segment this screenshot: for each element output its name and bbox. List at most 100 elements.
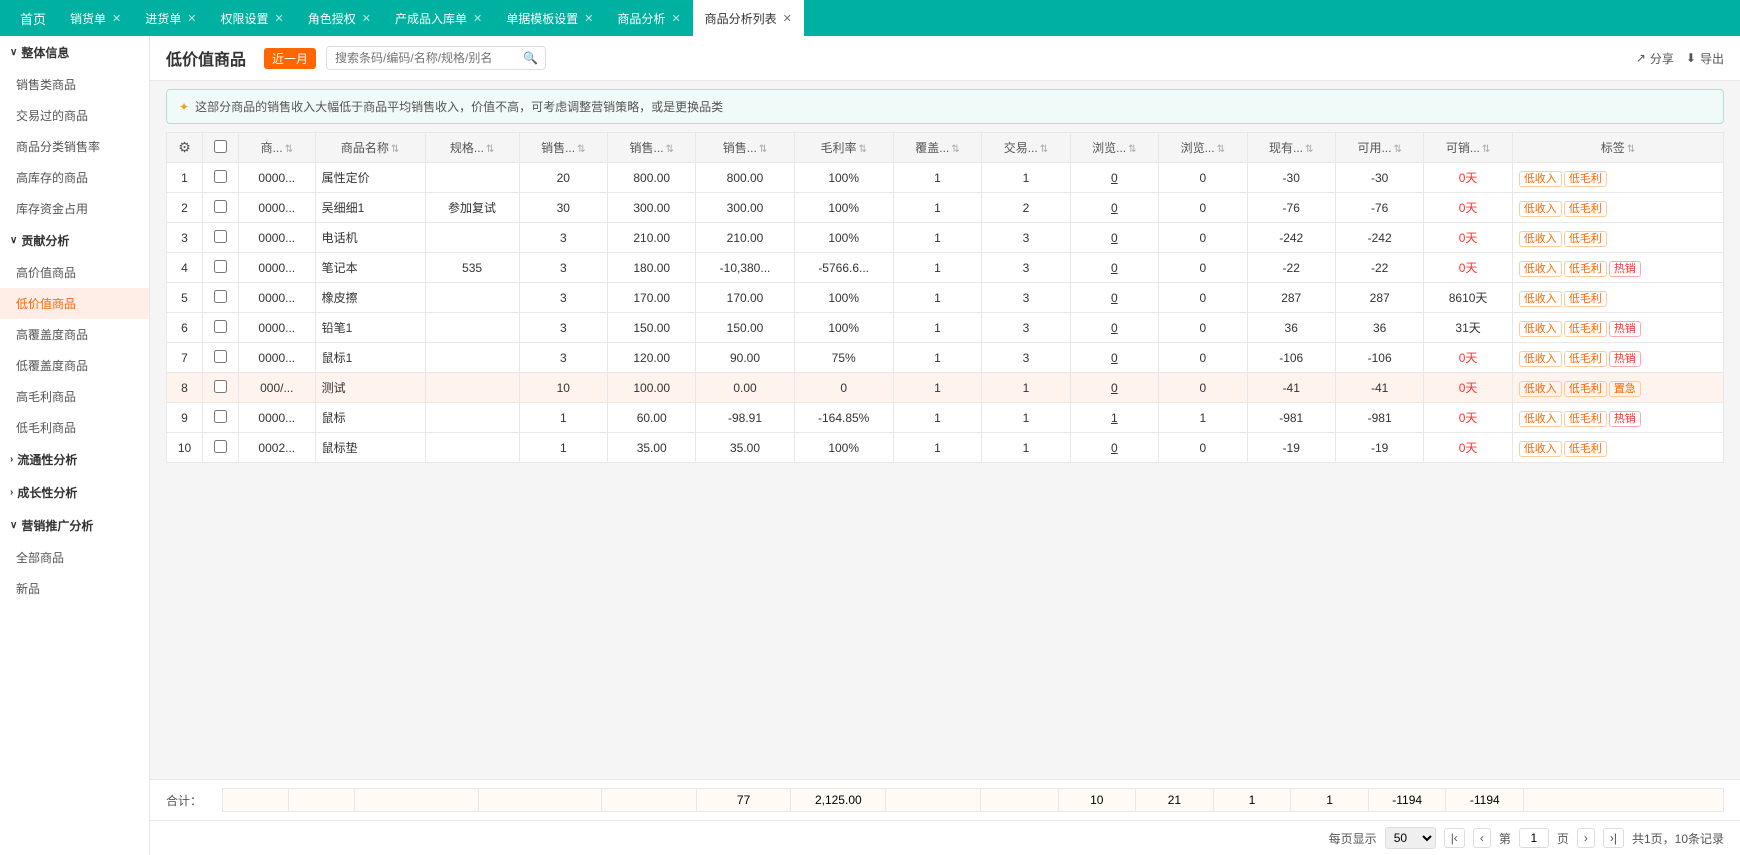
- sidebar-item-category-rate[interactable]: 商品分类销售率: [0, 131, 149, 162]
- row-name[interactable]: 鼠标垫: [315, 433, 425, 463]
- row-name[interactable]: 橡皮擦: [315, 283, 425, 313]
- sidebar-section-contribution[interactable]: ∨ 贡献分析: [0, 224, 149, 257]
- sidebar-item-low-value[interactable]: 低价值商品: [0, 288, 149, 319]
- sidebar-item-sales-products[interactable]: 销售类商品: [0, 69, 149, 100]
- row-checkbox[interactable]: [214, 380, 227, 393]
- row-code: 0000...: [239, 313, 316, 343]
- row-name[interactable]: 吴细细1: [315, 193, 425, 223]
- row-browse1[interactable]: 0: [1070, 193, 1158, 223]
- page-input[interactable]: [1519, 828, 1549, 848]
- sidebar-section-marketing[interactable]: ∨ 营销推广分析: [0, 509, 149, 542]
- row-name[interactable]: 属性定价: [315, 163, 425, 193]
- sidebar-item-low-profit[interactable]: 低毛利商品: [0, 412, 149, 443]
- table-container[interactable]: ⚙ 商...⇅ 商品名称⇅ 规格...⇅ 销售...⇅ 销售...⇅ 销售...…: [150, 132, 1740, 779]
- sidebar-item-traded-products[interactable]: 交易过的商品: [0, 100, 149, 131]
- sidebar-item-new-products[interactable]: 新品: [0, 573, 149, 604]
- first-page-button[interactable]: |‹: [1444, 828, 1465, 848]
- row-gross: 100%: [794, 223, 893, 253]
- row-spec: [425, 403, 519, 433]
- row-checkbox-cell[interactable]: [203, 403, 239, 433]
- row-name[interactable]: 笔记本: [315, 253, 425, 283]
- nav-purchase-order[interactable]: 进货单 ✕: [133, 0, 208, 36]
- search-input[interactable]: [326, 46, 546, 70]
- row-name[interactable]: 测试: [315, 373, 425, 403]
- close-icon[interactable]: ✕: [362, 12, 371, 25]
- row-tags: 低收入低毛利: [1512, 223, 1723, 253]
- sidebar-item-stock-capital[interactable]: 库存资金占用: [0, 193, 149, 224]
- row-checkbox-cell[interactable]: [203, 283, 239, 313]
- share-button[interactable]: ↗ 分享: [1636, 50, 1674, 67]
- close-icon[interactable]: ✕: [112, 12, 121, 25]
- sidebar-item-high-stock[interactable]: 高库存的商品: [0, 162, 149, 193]
- row-checkbox[interactable]: [214, 170, 227, 183]
- row-checkbox[interactable]: [214, 410, 227, 423]
- row-name[interactable]: 鼠标: [315, 403, 425, 433]
- prev-page-button[interactable]: ‹: [1473, 828, 1491, 848]
- row-checkbox-cell[interactable]: [203, 193, 239, 223]
- row-checkbox[interactable]: [214, 320, 227, 333]
- row-checkbox[interactable]: [214, 350, 227, 363]
- col-sales2: 销售...⇅: [696, 133, 794, 163]
- nav-role-auth[interactable]: 角色授权 ✕: [296, 0, 383, 36]
- row-checkbox[interactable]: [214, 260, 227, 273]
- row-checkbox[interactable]: [214, 200, 227, 213]
- close-icon[interactable]: ✕: [584, 12, 593, 25]
- settings-icon[interactable]: ⚙: [178, 139, 191, 155]
- row-name[interactable]: 铅笔1: [315, 313, 425, 343]
- row-checkbox[interactable]: [214, 290, 227, 303]
- col-qty: 销售...⇅: [519, 133, 607, 163]
- row-checkbox-cell[interactable]: [203, 313, 239, 343]
- row-browse1[interactable]: 0: [1070, 313, 1158, 343]
- nav-permission-settings[interactable]: 权限设置 ✕: [208, 0, 295, 36]
- close-icon[interactable]: ✕: [473, 12, 482, 25]
- close-icon[interactable]: ✕: [671, 12, 680, 25]
- row-browse1[interactable]: 0: [1070, 223, 1158, 253]
- nav-template-settings[interactable]: 单据模板设置 ✕: [494, 0, 605, 36]
- row-stock1: -30: [1247, 163, 1335, 193]
- tag-badge: 低收入: [1519, 381, 1562, 397]
- nav-home[interactable]: 首页: [8, 0, 58, 36]
- row-cover: 1: [893, 223, 981, 253]
- row-checkbox-cell[interactable]: [203, 433, 239, 463]
- row-browse1[interactable]: 0: [1070, 283, 1158, 313]
- search-icon[interactable]: 🔍: [523, 51, 538, 65]
- row-name[interactable]: 鼠标1: [315, 343, 425, 373]
- nav-product-analysis-list[interactable]: 商品分析列表 ✕: [693, 0, 804, 36]
- row-browse1[interactable]: 0: [1070, 163, 1158, 193]
- row-browse1[interactable]: 0: [1070, 253, 1158, 283]
- row-checkbox-cell[interactable]: [203, 343, 239, 373]
- row-browse1[interactable]: 1: [1070, 403, 1158, 433]
- row-checkbox[interactable]: [214, 440, 227, 453]
- close-icon[interactable]: ✕: [275, 12, 284, 25]
- row-browse1[interactable]: 0: [1070, 433, 1158, 463]
- sidebar-section-circulation[interactable]: › 流通性分析: [0, 443, 149, 476]
- time-filter-button[interactable]: 近一月: [264, 48, 316, 69]
- last-page-button[interactable]: ›|: [1603, 828, 1624, 848]
- sidebar-item-all-products[interactable]: 全部商品: [0, 542, 149, 573]
- nav-product-inbound[interactable]: 产成品入库单 ✕: [383, 0, 494, 36]
- row-checkbox-cell[interactable]: [203, 223, 239, 253]
- chevron-down-icon: ∨: [10, 47, 17, 58]
- chevron-down-icon: ∨: [10, 520, 17, 531]
- export-button[interactable]: ⬇ 导出: [1686, 50, 1724, 67]
- close-icon[interactable]: ✕: [783, 12, 792, 25]
- sidebar-item-low-coverage[interactable]: 低覆盖度商品: [0, 350, 149, 381]
- row-name[interactable]: 电话机: [315, 223, 425, 253]
- sidebar-item-high-coverage[interactable]: 高覆盖度商品: [0, 319, 149, 350]
- sidebar-section-growth[interactable]: › 成长性分析: [0, 476, 149, 509]
- next-page-button[interactable]: ›: [1577, 828, 1595, 848]
- sidebar-section-overall[interactable]: ∨ 整体信息: [0, 36, 149, 69]
- nav-sales-order[interactable]: 销货单 ✕: [58, 0, 133, 36]
- sidebar-item-high-profit[interactable]: 高毛利商品: [0, 381, 149, 412]
- sidebar-item-high-value[interactable]: 高价值商品: [0, 257, 149, 288]
- select-all-checkbox[interactable]: [214, 140, 227, 153]
- close-icon[interactable]: ✕: [187, 12, 196, 25]
- page-size-select[interactable]: 50 100 200: [1385, 827, 1436, 849]
- nav-product-analysis[interactable]: 商品分析 ✕: [605, 0, 692, 36]
- row-checkbox[interactable]: [214, 230, 227, 243]
- row-checkbox-cell[interactable]: [203, 253, 239, 283]
- row-browse1[interactable]: 0: [1070, 373, 1158, 403]
- row-checkbox-cell[interactable]: [203, 373, 239, 403]
- row-browse1[interactable]: 0: [1070, 343, 1158, 373]
- row-checkbox-cell[interactable]: [203, 163, 239, 193]
